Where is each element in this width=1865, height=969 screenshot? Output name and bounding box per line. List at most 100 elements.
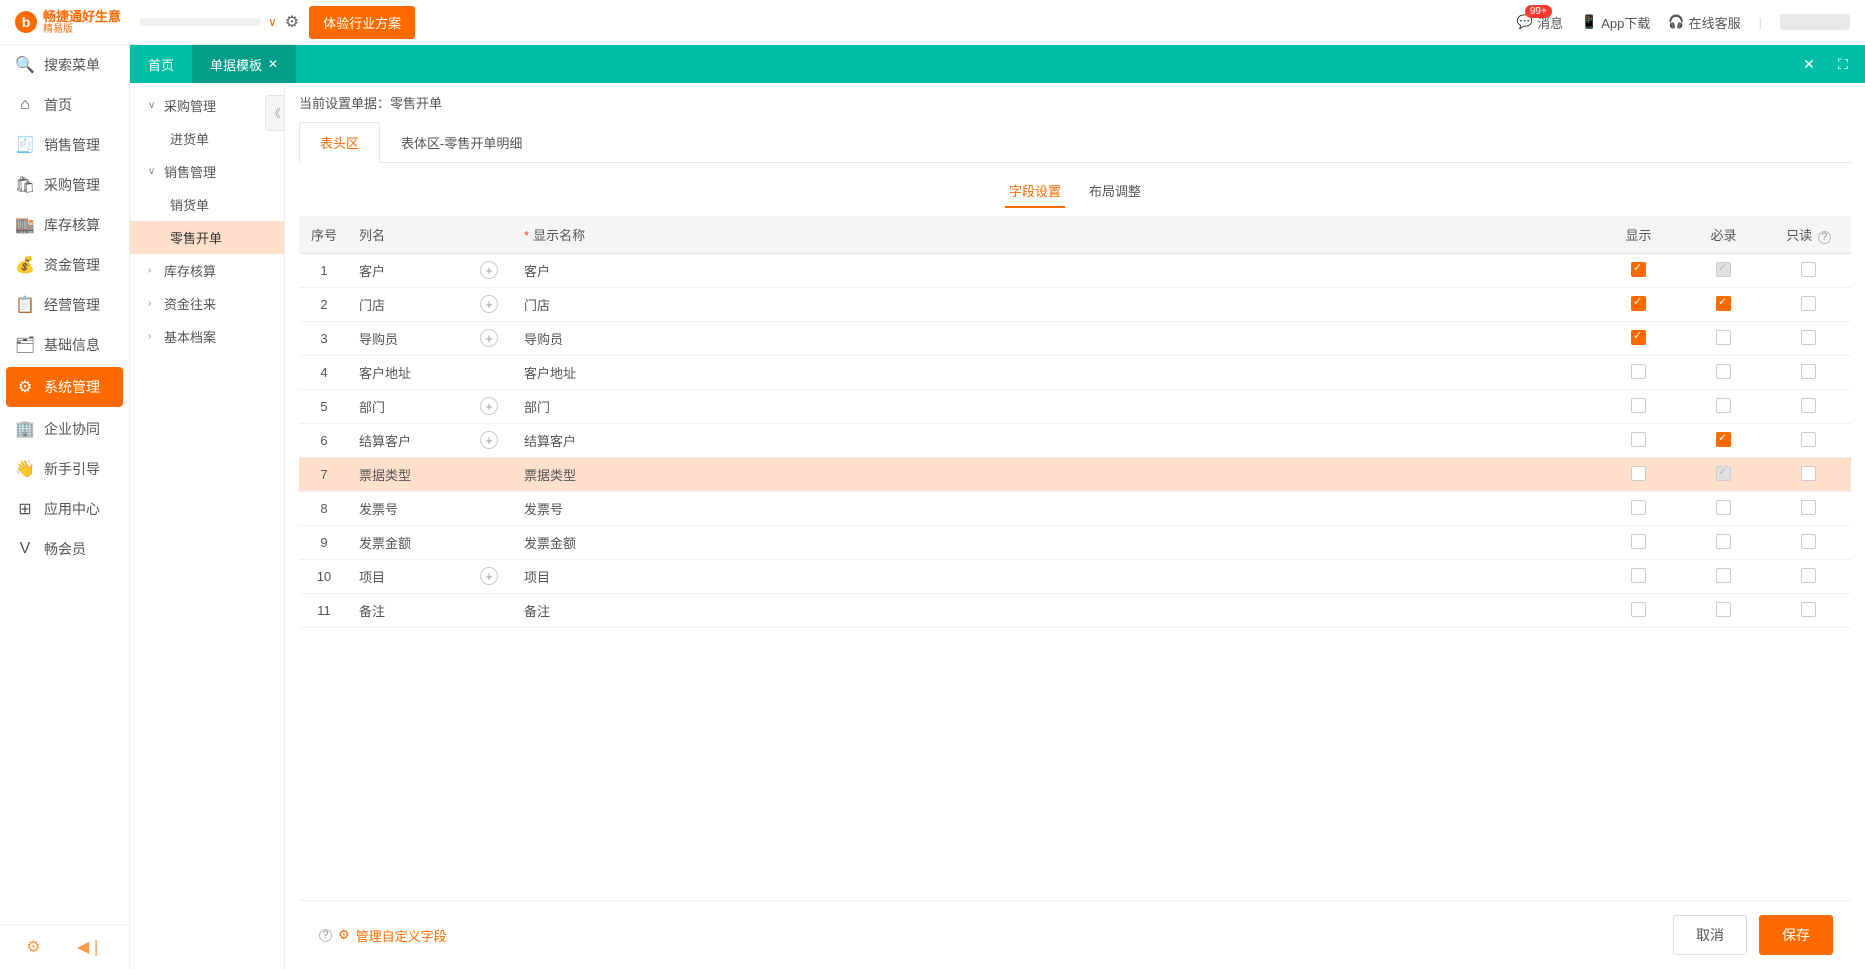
checkbox[interactable] bbox=[1801, 262, 1816, 277]
checkbox[interactable] bbox=[1716, 500, 1731, 515]
checkbox[interactable] bbox=[1801, 432, 1816, 447]
table-row[interactable]: 2 门店+ 门店 bbox=[299, 288, 1851, 322]
cell-display-name[interactable]: 发票号 bbox=[514, 492, 1596, 526]
table-row[interactable]: 10 项目+ 项目 bbox=[299, 560, 1851, 594]
online-service-link[interactable]: 🎧 在线客服 bbox=[1668, 13, 1740, 32]
sub-tab[interactable]: 布局调整 bbox=[1085, 175, 1145, 208]
nav-item[interactable]: 🛍采购管理 bbox=[0, 165, 129, 205]
nav-item[interactable]: 🏢企业协同 bbox=[0, 409, 129, 449]
checkbox[interactable] bbox=[1801, 568, 1816, 583]
save-button[interactable]: 保存 bbox=[1759, 915, 1833, 955]
tree-group[interactable]: ∨销售管理 bbox=[130, 155, 284, 188]
cell-display-name[interactable]: 导购员 bbox=[514, 322, 1596, 356]
table-row[interactable]: 7 票据类型 票据类型 bbox=[299, 458, 1851, 492]
add-icon[interactable]: + bbox=[480, 329, 498, 347]
tree-group[interactable]: ∨采购管理 bbox=[130, 89, 284, 122]
checkbox[interactable] bbox=[1716, 432, 1731, 447]
table-row[interactable]: 6 结算客户+ 结算客户 bbox=[299, 424, 1851, 458]
table-row[interactable]: 3 导购员+ 导购员 bbox=[299, 322, 1851, 356]
checkbox[interactable] bbox=[1716, 330, 1731, 345]
checkbox[interactable] bbox=[1716, 296, 1731, 311]
messages-link[interactable]: 💬 消息 99+ bbox=[1517, 13, 1563, 32]
checkbox[interactable] bbox=[1631, 398, 1646, 413]
nav-item[interactable]: 💰资金管理 bbox=[0, 245, 129, 285]
checkbox[interactable] bbox=[1631, 534, 1646, 549]
nav-item[interactable]: 🔍搜索菜单 bbox=[0, 45, 129, 85]
sidebar-collapse-button[interactable]: 《 bbox=[265, 95, 285, 131]
checkbox[interactable] bbox=[1801, 602, 1816, 617]
logo[interactable]: b 畅捷通好生意 精易版 bbox=[15, 10, 130, 35]
cell-display-name[interactable]: 票据类型 bbox=[514, 458, 1596, 492]
cell-display-name[interactable]: 部门 bbox=[514, 390, 1596, 424]
cell-display-name[interactable]: 门店 bbox=[514, 288, 1596, 322]
cell-display-name[interactable]: 备注 bbox=[514, 594, 1596, 628]
help-icon[interactable]: ? bbox=[1818, 231, 1831, 244]
inner-tab[interactable]: 表头区 bbox=[299, 122, 380, 163]
nav-item[interactable]: 📋经营管理 bbox=[0, 285, 129, 325]
checkbox[interactable] bbox=[1801, 534, 1816, 549]
gear-icon[interactable]: ⚙ bbox=[285, 12, 299, 32]
add-icon[interactable]: + bbox=[480, 567, 498, 585]
table-row[interactable]: 1 客户+ 客户 bbox=[299, 254, 1851, 288]
settings-icon[interactable]: ⚙ bbox=[26, 937, 40, 957]
tree-item[interactable]: 销货单 bbox=[130, 188, 284, 221]
checkbox[interactable] bbox=[1631, 602, 1646, 617]
cell-display-name[interactable]: 发票金额 bbox=[514, 526, 1596, 560]
tree-item[interactable]: 零售开单 bbox=[130, 221, 284, 254]
nav-item[interactable]: 🗂基础信息 bbox=[0, 325, 129, 365]
add-icon[interactable]: + bbox=[480, 261, 498, 279]
manage-custom-fields-link[interactable]: 管理自定义字段 bbox=[356, 926, 447, 945]
nav-item[interactable]: ⚙系统管理 bbox=[6, 367, 123, 407]
checkbox[interactable] bbox=[1631, 500, 1646, 515]
tab[interactable]: 单据模板✕ bbox=[192, 45, 296, 83]
checkbox[interactable] bbox=[1801, 296, 1816, 311]
table-row[interactable]: 11 备注 备注 bbox=[299, 594, 1851, 628]
tree-group[interactable]: ›基本档案 bbox=[130, 320, 284, 353]
table-row[interactable]: 8 发票号 发票号 bbox=[299, 492, 1851, 526]
table-row[interactable]: 5 部门+ 部门 bbox=[299, 390, 1851, 424]
add-icon[interactable]: + bbox=[480, 431, 498, 449]
add-icon[interactable]: + bbox=[480, 295, 498, 313]
table-row[interactable]: 4 客户地址 客户地址 bbox=[299, 356, 1851, 390]
app-download-link[interactable]: 📱 App下载 bbox=[1581, 13, 1650, 32]
help-icon[interactable]: ? bbox=[319, 929, 332, 942]
close-icon[interactable]: ✕ bbox=[268, 57, 278, 71]
nav-item[interactable]: 🏬库存核算 bbox=[0, 205, 129, 245]
tree-group[interactable]: ›资金往来 bbox=[130, 287, 284, 320]
cell-display-name[interactable]: 结算客户 bbox=[514, 424, 1596, 458]
cancel-button[interactable]: 取消 bbox=[1673, 915, 1747, 955]
cell-display-name[interactable]: 客户地址 bbox=[514, 356, 1596, 390]
checkbox[interactable] bbox=[1801, 364, 1816, 379]
table-row[interactable]: 9 发票金额 发票金额 bbox=[299, 526, 1851, 560]
checkbox[interactable] bbox=[1801, 398, 1816, 413]
sub-tab[interactable]: 字段设置 bbox=[1005, 175, 1065, 208]
checkbox[interactable] bbox=[1716, 602, 1731, 617]
checkbox[interactable] bbox=[1631, 432, 1646, 447]
checkbox[interactable] bbox=[1631, 466, 1646, 481]
nav-item[interactable]: ⊞应用中心 bbox=[0, 489, 129, 529]
checkbox[interactable] bbox=[1801, 330, 1816, 345]
inner-tab[interactable]: 表体区-零售开单明细 bbox=[380, 122, 543, 162]
checkbox[interactable] bbox=[1801, 466, 1816, 481]
tab[interactable]: 首页 bbox=[130, 45, 192, 83]
tree-group[interactable]: ›库存核算 bbox=[130, 254, 284, 287]
checkbox[interactable] bbox=[1631, 330, 1646, 345]
checkbox[interactable] bbox=[1716, 398, 1731, 413]
checkbox[interactable] bbox=[1801, 500, 1816, 515]
cta-button[interactable]: 体验行业方案 bbox=[309, 6, 415, 39]
checkbox[interactable] bbox=[1631, 364, 1646, 379]
close-all-tabs-icon[interactable]: ✕ bbox=[1797, 52, 1821, 76]
company-selector[interactable]: ∨ ⚙ bbox=[140, 12, 299, 32]
checkbox[interactable] bbox=[1716, 534, 1731, 549]
cell-display-name[interactable]: 客户 bbox=[514, 254, 1596, 288]
checkbox[interactable] bbox=[1631, 568, 1646, 583]
checkbox[interactable] bbox=[1631, 262, 1646, 277]
nav-item[interactable]: V畅会员 bbox=[0, 529, 129, 569]
add-icon[interactable]: + bbox=[480, 397, 498, 415]
user-avatar[interactable] bbox=[1780, 14, 1850, 30]
nav-item[interactable]: 👋新手引导 bbox=[0, 449, 129, 489]
collapse-nav-icon[interactable]: ◀❘ bbox=[77, 937, 103, 957]
checkbox[interactable] bbox=[1716, 364, 1731, 379]
fullscreen-icon[interactable]: ⛶ bbox=[1831, 52, 1855, 76]
nav-item[interactable]: ⌂首页 bbox=[0, 85, 129, 125]
